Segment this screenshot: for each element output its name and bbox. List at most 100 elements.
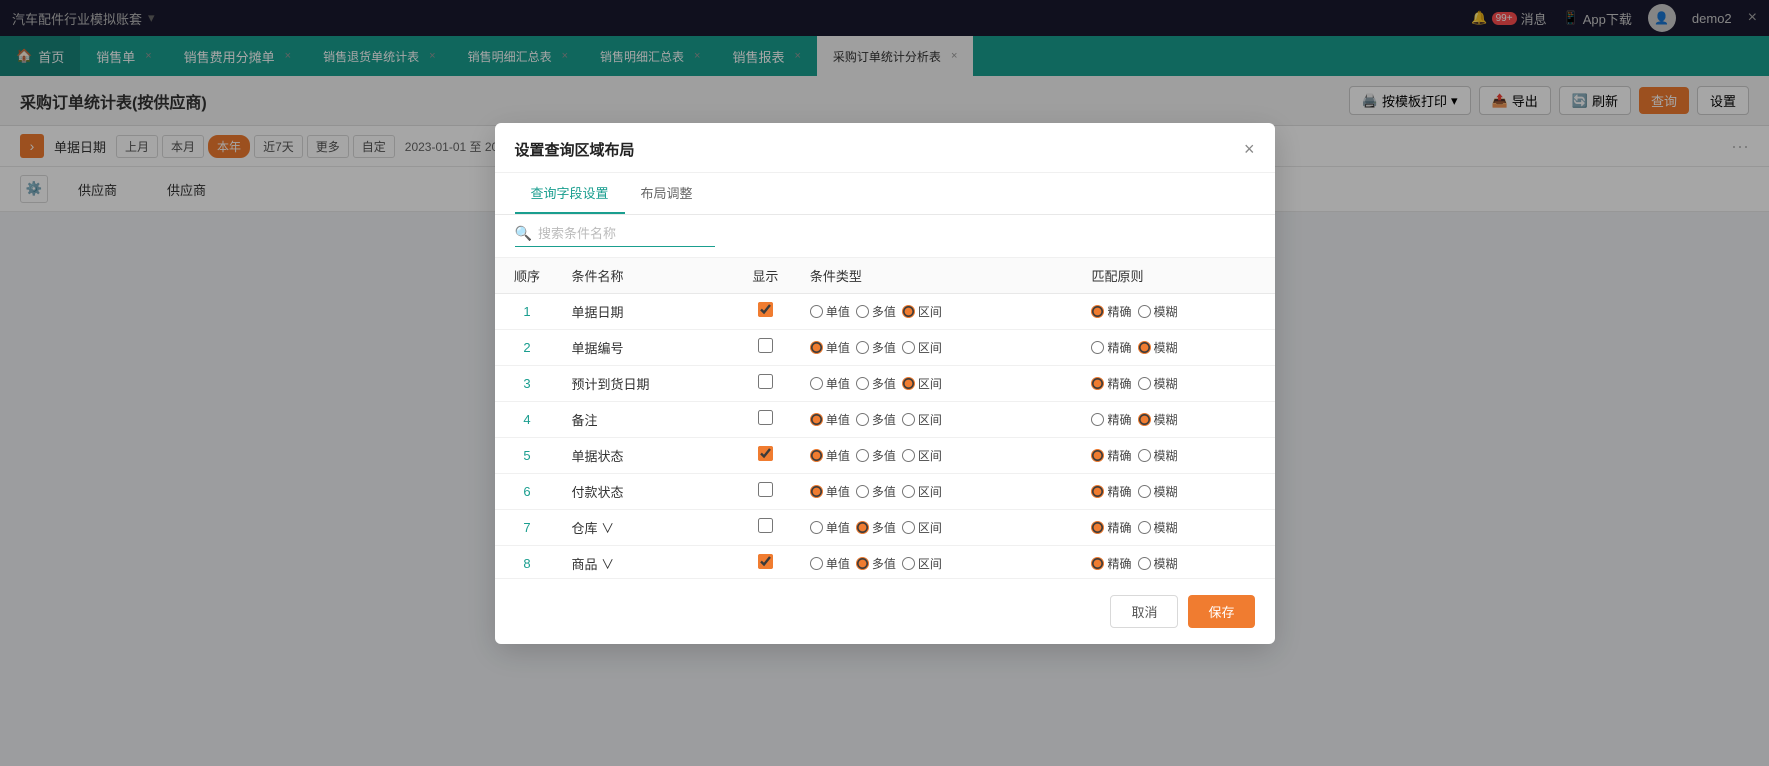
match-radio-label-fuzzy[interactable]: 模糊 [1138,303,1178,320]
match-radio-exact[interactable] [1091,449,1104,462]
match-radio-group: 精确模糊 [1091,339,1262,356]
type-radio-multi[interactable] [856,557,869,570]
save-btn[interactable]: 保存 [1188,595,1254,628]
type-radio-label-single[interactable]: 单值 [810,339,850,356]
type-radio-range[interactable] [902,377,915,390]
type-radio-label-range[interactable]: 区间 [902,303,942,320]
type-radio-multi[interactable] [856,485,869,498]
search-input[interactable] [538,226,715,241]
type-radio-label-single[interactable]: 单值 [810,303,850,320]
type-radio-multi[interactable] [856,413,869,426]
table-row: 6付款状态单值多值区间精确模糊 [495,473,1275,509]
match-radio-exact[interactable] [1091,557,1104,570]
match-radio-label-exact[interactable]: 精确 [1091,555,1131,572]
match-radio-label-exact[interactable]: 精确 [1091,447,1131,464]
type-radio-label-multi[interactable]: 多值 [856,411,896,428]
type-radio-range[interactable] [902,557,915,570]
type-radio-multi[interactable] [856,449,869,462]
show-checkbox[interactable] [758,482,773,497]
cancel-btn[interactable]: 取消 [1110,595,1178,628]
match-radio-label-fuzzy[interactable]: 模糊 [1138,447,1178,464]
dialog-tab-fields[interactable]: 查询字段设置 [515,173,625,214]
type-radio-label-single[interactable]: 单值 [810,447,850,464]
match-radio-label-exact[interactable]: 精确 [1091,375,1131,392]
match-radio-fuzzy[interactable] [1138,305,1151,318]
type-radio-label-range[interactable]: 区间 [902,447,942,464]
match-radio-label-fuzzy[interactable]: 模糊 [1138,339,1178,356]
type-radio-range[interactable] [902,521,915,534]
show-checkbox[interactable] [758,446,773,461]
match-radio-fuzzy[interactable] [1138,557,1151,570]
type-radio-label-range[interactable]: 区间 [902,375,942,392]
type-radio-single[interactable] [810,521,823,534]
type-radio-range[interactable] [902,485,915,498]
match-radio-fuzzy[interactable] [1138,341,1151,354]
table-row: 5单据状态单值多值区间精确模糊 [495,437,1275,473]
type-radio-single[interactable] [810,413,823,426]
type-radio-single[interactable] [810,305,823,318]
type-radio-label-single[interactable]: 单值 [810,375,850,392]
match-radio-label-exact[interactable]: 精确 [1091,483,1131,500]
type-radio-label-range[interactable]: 区间 [902,519,942,536]
match-radio-label-fuzzy[interactable]: 模糊 [1138,411,1178,428]
type-radio-single[interactable] [810,557,823,570]
show-checkbox[interactable] [758,554,773,569]
type-radio-label-single[interactable]: 单值 [810,483,850,500]
row-match-cell: 精确模糊 [1079,293,1274,329]
match-radio-fuzzy[interactable] [1138,449,1151,462]
type-radio-label-multi[interactable]: 多值 [856,447,896,464]
dialog-close-btn[interactable]: × [1244,140,1255,158]
type-radio-label-multi[interactable]: 多值 [856,519,896,536]
match-radio-label-fuzzy[interactable]: 模糊 [1138,519,1178,536]
show-checkbox[interactable] [758,374,773,389]
match-radio-label-exact[interactable]: 精确 [1091,339,1131,356]
type-radio-multi[interactable] [856,521,869,534]
match-radio-label-exact[interactable]: 精确 [1091,303,1131,320]
type-radio-label-multi[interactable]: 多值 [856,555,896,572]
match-radio-label-fuzzy[interactable]: 模糊 [1138,483,1178,500]
type-radio-range[interactable] [902,449,915,462]
match-radio-exact[interactable] [1091,413,1104,426]
type-radio-single[interactable] [810,449,823,462]
row-name: 付款状态 [560,473,733,509]
type-radio-range[interactable] [902,413,915,426]
match-radio-label-fuzzy[interactable]: 模糊 [1138,375,1178,392]
show-checkbox[interactable] [758,302,773,317]
type-radio-single[interactable] [810,485,823,498]
dialog-tab-layout[interactable]: 布局调整 [625,173,709,214]
show-checkbox[interactable] [758,338,773,353]
match-radio-fuzzy[interactable] [1138,485,1151,498]
type-radio-label-multi[interactable]: 多值 [856,303,896,320]
match-radio-fuzzy[interactable] [1138,413,1151,426]
show-checkbox[interactable] [758,518,773,533]
type-radio-label-multi[interactable]: 多值 [856,339,896,356]
type-radio-label-multi[interactable]: 多值 [856,375,896,392]
type-radio-multi[interactable] [856,377,869,390]
row-order: 1 [495,293,560,329]
type-radio-single[interactable] [810,377,823,390]
match-radio-label-exact[interactable]: 精确 [1091,519,1131,536]
type-radio-range[interactable] [902,341,915,354]
show-checkbox[interactable] [758,410,773,425]
match-radio-label-fuzzy[interactable]: 模糊 [1138,555,1178,572]
type-radio-label-single[interactable]: 单值 [810,555,850,572]
match-radio-label-exact[interactable]: 精确 [1091,411,1131,428]
type-radio-range[interactable] [902,305,915,318]
match-radio-exact[interactable] [1091,377,1104,390]
type-radio-multi[interactable] [856,341,869,354]
type-radio-label-multi[interactable]: 多值 [856,483,896,500]
match-radio-exact[interactable] [1091,485,1104,498]
match-radio-exact[interactable] [1091,341,1104,354]
match-radio-exact[interactable] [1091,305,1104,318]
match-radio-fuzzy[interactable] [1138,377,1151,390]
type-radio-label-range[interactable]: 区间 [902,483,942,500]
type-radio-label-range[interactable]: 区间 [902,411,942,428]
type-radio-label-single[interactable]: 单值 [810,519,850,536]
match-radio-exact[interactable] [1091,521,1104,534]
type-radio-multi[interactable] [856,305,869,318]
type-radio-single[interactable] [810,341,823,354]
type-radio-label-single[interactable]: 单值 [810,411,850,428]
type-radio-label-range[interactable]: 区间 [902,555,942,572]
type-radio-label-range[interactable]: 区间 [902,339,942,356]
match-radio-fuzzy[interactable] [1138,521,1151,534]
